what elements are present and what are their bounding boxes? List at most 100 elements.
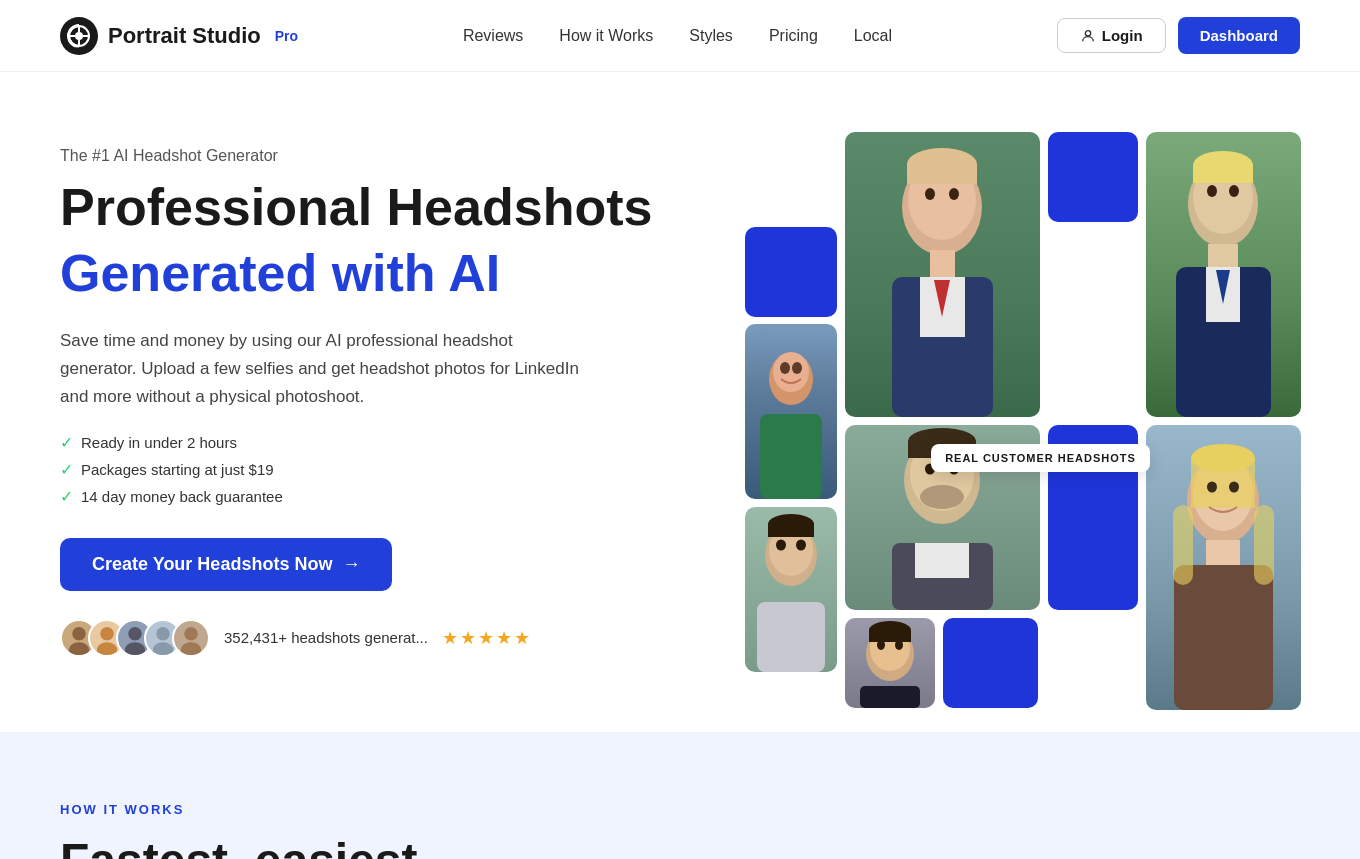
svg-point-15 <box>184 627 198 641</box>
svg-point-21 <box>792 362 802 374</box>
check-text-2: Packages starting at just $19 <box>81 461 274 478</box>
social-proof: 352,431+ headshots generat... ★★★★★ <box>60 619 705 657</box>
hero-heading: Professional Headshots Generated with AI <box>60 179 705 302</box>
svg-point-6 <box>1085 30 1090 35</box>
how-it-works-section: HOW IT WORKS Fastest, easiest profession… <box>0 732 1360 859</box>
svg-point-73 <box>1207 482 1217 493</box>
collage-blue-2 <box>1048 132 1138 222</box>
svg-point-12 <box>125 642 145 655</box>
svg-point-16 <box>181 642 201 655</box>
collage-photo-woman1 <box>745 324 837 499</box>
svg-point-38 <box>1207 185 1217 197</box>
svg-point-10 <box>97 642 117 655</box>
nav-actions: Login Dashboard <box>1057 17 1300 54</box>
nav-links: Reviews How it Works Styles Pricing Loca… <box>463 27 892 45</box>
svg-point-20 <box>780 362 790 374</box>
how-title: Fastest, easiest professional headshots <box>60 833 1300 859</box>
svg-point-48 <box>920 485 964 509</box>
logo-link[interactable]: Portrait Studio Pro <box>60 17 298 55</box>
person-silhouette-man5 <box>845 618 935 708</box>
svg-rect-25 <box>930 250 955 277</box>
collage-photo-woman2 <box>1146 425 1301 710</box>
collage-blue-4 <box>943 618 1038 708</box>
badge-text: REAL CUSTOMER HEADSHOTS <box>945 452 1136 464</box>
logo-pro-badge: Pro <box>275 28 298 44</box>
how-title-line1: Fastest, easiest <box>60 834 418 859</box>
logo-icon <box>60 17 98 55</box>
person-silhouette-woman2 <box>1146 425 1301 710</box>
svg-rect-45 <box>915 543 969 578</box>
svg-rect-31 <box>907 164 977 184</box>
svg-point-74 <box>1229 482 1239 493</box>
person-silhouette-man2 <box>1146 132 1301 417</box>
hero-checklist: ✓ Ready in under 2 hours ✓ Packages star… <box>60 433 705 506</box>
svg-point-39 <box>1229 185 1239 197</box>
hero-title-line2: Generated with AI <box>60 243 705 303</box>
svg-point-14 <box>153 642 173 655</box>
real-customer-badge: REAL CUSTOMER HEADSHOTS <box>931 444 1150 472</box>
dashboard-button[interactable]: Dashboard <box>1178 17 1300 54</box>
avatar-5 <box>172 619 210 657</box>
nav-styles[interactable]: Styles <box>689 27 733 44</box>
cta-arrow-icon: → <box>342 554 360 575</box>
login-button[interactable]: Login <box>1057 18 1166 53</box>
login-label: Login <box>1102 27 1143 44</box>
svg-rect-66 <box>1174 565 1273 710</box>
avatar-person-5 <box>174 621 208 655</box>
check-item-3: ✓ 14 day money back guarantee <box>60 487 705 506</box>
svg-point-11 <box>128 627 142 641</box>
check-icon-1: ✓ <box>60 433 73 452</box>
dashboard-label: Dashboard <box>1200 27 1278 44</box>
person-silhouette-man1 <box>845 132 1040 417</box>
collage-photo-man1 <box>845 132 1040 417</box>
check-item-1: ✓ Ready in under 2 hours <box>60 433 705 452</box>
check-text-1: Ready in under 2 hours <box>81 434 237 451</box>
hero-title-line1: Professional Headshots <box>60 179 705 236</box>
svg-point-13 <box>156 627 170 641</box>
star-rating: ★★★★★ <box>442 627 532 649</box>
collage-blue-1 <box>745 227 837 317</box>
nav-pricing[interactable]: Pricing <box>769 27 818 44</box>
hero-subtitle: The #1 AI Headshot Generator <box>60 147 705 165</box>
camera-aperture-icon <box>67 24 91 48</box>
svg-rect-57 <box>768 524 814 537</box>
navigation: Portrait Studio Pro Reviews How it Works… <box>0 0 1360 72</box>
nav-how-it-works[interactable]: How it Works <box>559 27 653 44</box>
svg-point-7 <box>72 627 86 641</box>
svg-rect-41 <box>1193 165 1253 183</box>
check-item-2: ✓ Packages starting at just $19 <box>60 460 705 479</box>
check-icon-3: ✓ <box>60 487 73 506</box>
hero-left: The #1 AI Headshot Generator Professiona… <box>60 147 705 656</box>
svg-rect-64 <box>860 686 920 708</box>
how-label: HOW IT WORKS <box>60 802 1300 817</box>
check-icon-2: ✓ <box>60 460 73 479</box>
svg-rect-18 <box>760 414 822 499</box>
collage-photo-man4 <box>745 507 837 672</box>
hero-description: Save time and money by using our AI prof… <box>60 327 580 411</box>
svg-point-8 <box>69 642 89 655</box>
svg-rect-63 <box>869 630 911 642</box>
svg-point-54 <box>776 540 786 551</box>
svg-point-19 <box>773 352 809 392</box>
cta-button[interactable]: Create Your Headshots Now → <box>60 538 392 591</box>
nav-local[interactable]: Local <box>854 27 892 44</box>
hero-section: The #1 AI Headshot Generator Professiona… <box>0 72 1360 732</box>
person-silhouette-man4 <box>745 507 837 672</box>
svg-rect-68 <box>1206 540 1240 565</box>
svg-point-55 <box>796 540 806 551</box>
svg-point-29 <box>949 188 959 200</box>
svg-rect-70 <box>1191 458 1255 508</box>
social-count: 352,431+ headshots generat... <box>224 629 428 646</box>
cta-label: Create Your Headshots Now <box>92 554 332 575</box>
hero-collage: REAL CUSTOMER HEADSHOTS <box>745 132 1305 672</box>
collage-photo-man5 <box>845 618 935 708</box>
collage-photo-man2 <box>1146 132 1301 417</box>
svg-point-1 <box>75 32 83 40</box>
svg-rect-52 <box>757 602 825 672</box>
check-text-3: 14 day money back guarantee <box>81 488 283 505</box>
nav-reviews[interactable]: Reviews <box>463 27 523 44</box>
svg-rect-72 <box>1254 505 1274 585</box>
svg-rect-35 <box>1208 244 1238 267</box>
svg-point-9 <box>100 627 114 641</box>
logo-brand-name: Portrait Studio <box>108 23 261 49</box>
